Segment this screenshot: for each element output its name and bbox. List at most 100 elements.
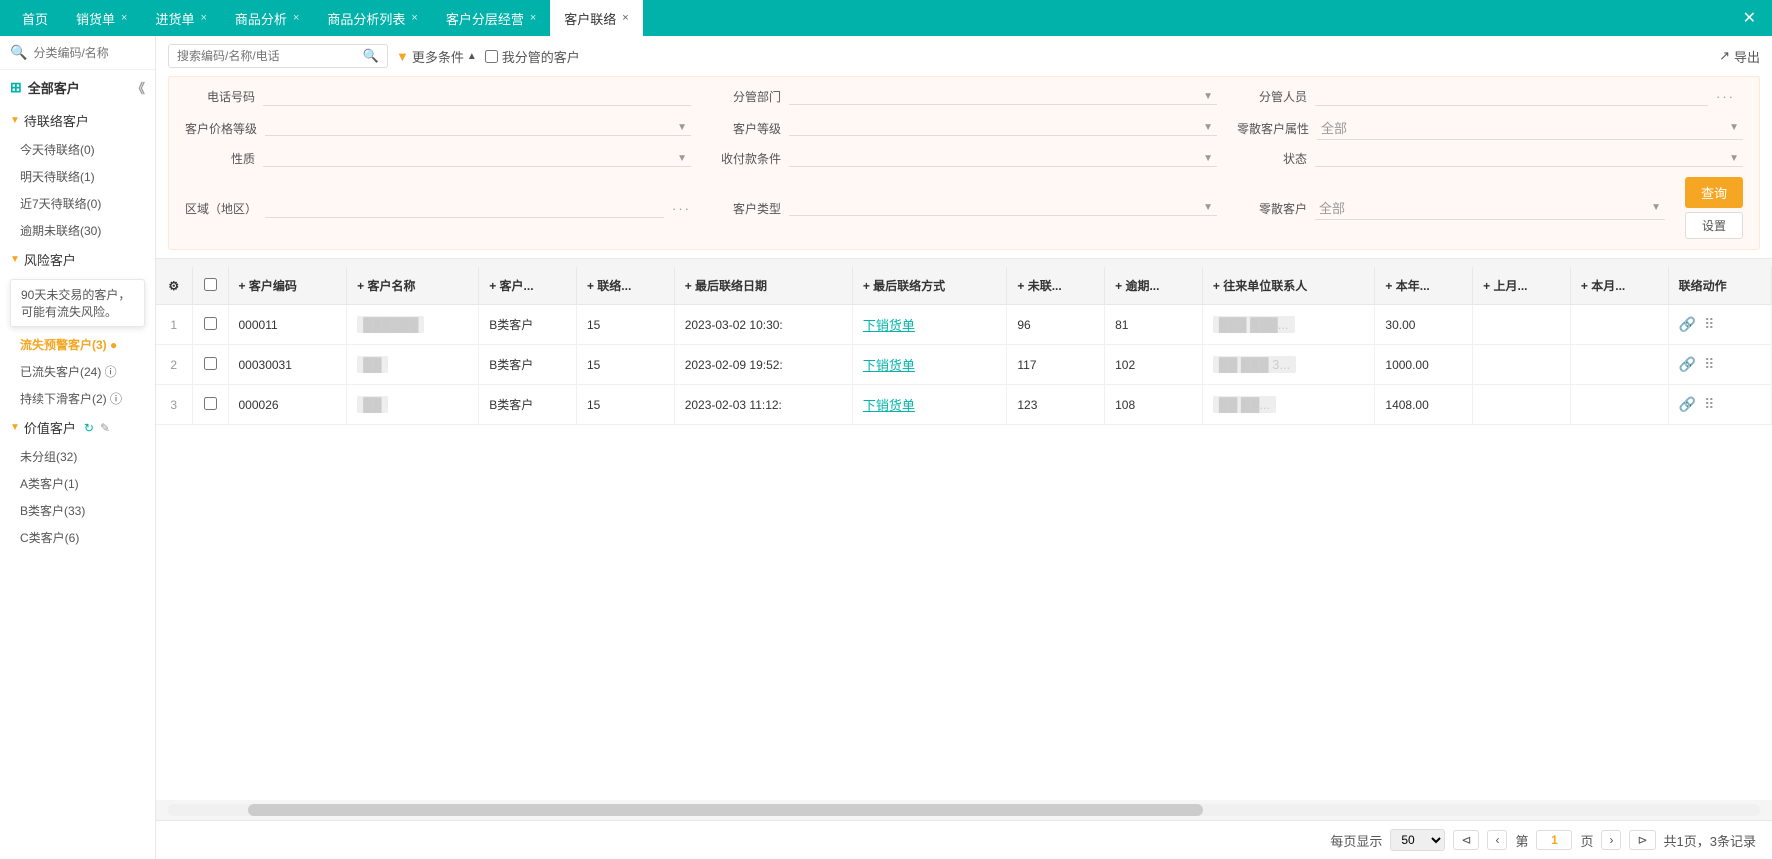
row-contact-count: 15 [576,345,674,385]
nature-select[interactable]: ▼ [263,151,691,167]
price-level-select[interactable]: ▼ [265,120,691,136]
top-nav: 首页 销货单 × 进货单 × 商品分析 × 商品分析列表 × 客户分层经营 × … [0,0,1772,36]
col-settings[interactable]: ⚙ [156,267,192,305]
retail-attr-select[interactable]: 全部 ▼ [1317,116,1743,140]
collapse-sidebar-icon[interactable]: 《 [132,78,145,97]
nav-customer-segment[interactable]: 客户分层经营 × [432,0,550,36]
row-checkbox-cell[interactable] [192,385,228,425]
select-all-checkbox[interactable] [204,278,217,291]
payment-select[interactable]: ▼ [789,151,1217,167]
sidebar-group-value[interactable]: ▼ 价值客户 ↻ ✎ [0,412,155,443]
dept-select[interactable]: ▼ [789,89,1217,105]
close-product-list-tab[interactable]: × [411,12,417,24]
close-product-analysis-tab[interactable]: × [293,12,299,24]
sidebar-item-churned[interactable]: 已流失客户(24) ⓘ [0,358,155,385]
sidebar-search-input[interactable] [33,46,145,60]
contact-icon[interactable]: 🔗 [1679,356,1696,373]
col-code: + 客户编码 [228,267,347,305]
query-button[interactable]: 查询 [1685,177,1743,208]
row-last-method[interactable]: 下销货单 [852,345,1007,385]
customer-level-chevron: ▼ [1203,122,1213,133]
row-actions: 🔗 ⠿ [1668,305,1771,345]
sidebar-item-declining[interactable]: 持续下滑客户(2) ⓘ [0,385,155,412]
main-search-icon[interactable]: 🔍 [363,48,379,64]
row-last-method[interactable]: 下销货单 [852,385,1007,425]
close-contact-tab[interactable]: × [622,12,628,24]
retail-select[interactable]: 全部 ▼ [1315,196,1665,220]
sidebar-group-pending[interactable]: ▼ 待联络客户 [0,105,155,136]
more-conditions-btn[interactable]: ▼ 更多条件 ▲ [396,47,477,66]
customer-type-select[interactable]: ▼ [789,200,1217,216]
manager-input[interactable] [1315,87,1708,106]
main-search-input[interactable] [177,49,357,63]
row-num: 3 [156,385,192,425]
close-purchase-tab[interactable]: × [200,12,206,24]
nav-product-list[interactable]: 商品分析列表 × [313,0,431,36]
more-action-icon[interactable]: ⠿ [1704,316,1714,333]
row-last-month [1473,385,1571,425]
col-checkbox[interactable] [192,267,228,305]
sidebar-group-risk[interactable]: ▼ 风险客户 [0,244,155,275]
my-customers-check[interactable]: 我分管的客户 [485,47,580,66]
last-page-btn[interactable]: ⊳ [1629,830,1655,850]
last-method-link[interactable]: 下销货单 [863,358,915,373]
page-size-select[interactable]: 50 20 100 [1390,829,1445,851]
nav-home[interactable]: 首页 [8,0,62,36]
more-action-icon[interactable]: ⠿ [1704,396,1714,413]
last-method-link[interactable]: 下销货单 [863,318,915,333]
row-num: 2 [156,345,192,385]
window-close-button[interactable]: ✕ [1735,8,1764,28]
filter-nature: 性质 ▼ [185,150,691,167]
row-last-method[interactable]: 下销货单 [852,305,1007,345]
sidebar-item-tomorrow[interactable]: 明天待联络(1) [0,163,155,190]
contact-icon[interactable]: 🔗 [1679,396,1696,413]
nature-chevron: ▼ [677,153,687,164]
refresh-value-icon[interactable]: ↻ [84,421,94,435]
row-checkbox[interactable] [204,317,217,330]
sidebar-item-7days[interactable]: 近7天待联络(0) [0,190,155,217]
phone-input[interactable] [263,87,691,106]
page-input[interactable] [1536,830,1572,850]
nav-sales[interactable]: 销货单 × [62,0,141,36]
horizontal-scrollbar[interactable] [168,804,1760,816]
sidebar-item-c-class[interactable]: C类客户(6) [0,524,155,551]
row-code: 000011 [228,305,347,345]
sidebar-item-b-class[interactable]: B类客户(33) [0,497,155,524]
prev-page-btn[interactable]: ‹ [1487,830,1507,850]
customer-level-select[interactable]: ▼ [789,120,1217,136]
settings-button[interactable]: 设置 [1685,212,1743,239]
nav-product-analysis[interactable]: 商品分析 × [221,0,313,36]
close-segment-tab[interactable]: × [530,12,536,24]
last-method-link[interactable]: 下销货单 [863,398,915,413]
nav-purchase[interactable]: 进货单 × [141,0,220,36]
sidebar-item-today[interactable]: 今天待联络(0) [0,136,155,163]
manager-dots[interactable]: ··· [1716,89,1735,104]
sidebar-item-churn-warning[interactable]: 流失预警客户(3) ● [0,331,155,358]
row-name: ██ [347,385,479,425]
more-action-icon[interactable]: ⠿ [1704,356,1714,373]
row-checkbox[interactable] [204,357,217,370]
close-sales-tab[interactable]: × [121,12,127,24]
sidebar-item-overdue[interactable]: 逾期未联络(30) [0,217,155,244]
filter-status: 状态 ▼ [1237,150,1743,167]
region-dots[interactable]: ··· [672,201,691,216]
sidebar-item-a-class[interactable]: A类客户(1) [0,470,155,497]
row-last-date: 2023-03-02 10:30: [674,305,852,345]
edit-value-icon[interactable]: ✎ [100,421,110,435]
export-button[interactable]: ↗ 导出 [1719,47,1760,66]
filter-price-level: 客户价格等级 ▼ [185,116,691,140]
row-contact-person: ██ ███ 3... [1202,345,1375,385]
row-checkbox-cell[interactable] [192,345,228,385]
contact-icon[interactable]: 🔗 [1679,316,1696,333]
filter-payment: 收付款条件 ▼ [711,150,1217,167]
status-select[interactable]: ▼ [1315,151,1743,167]
sidebar-item-ungroup[interactable]: 未分组(32) [0,443,155,470]
nav-customer-contact[interactable]: 客户联络 × [550,0,642,36]
my-customers-checkbox[interactable] [485,50,498,63]
row-checkbox-cell[interactable] [192,305,228,345]
grid-icon: ⊞ [10,79,22,96]
first-page-btn[interactable]: ⊲ [1453,830,1479,850]
region-input[interactable] [265,199,664,218]
next-page-btn[interactable]: › [1601,830,1621,850]
row-checkbox[interactable] [204,397,217,410]
